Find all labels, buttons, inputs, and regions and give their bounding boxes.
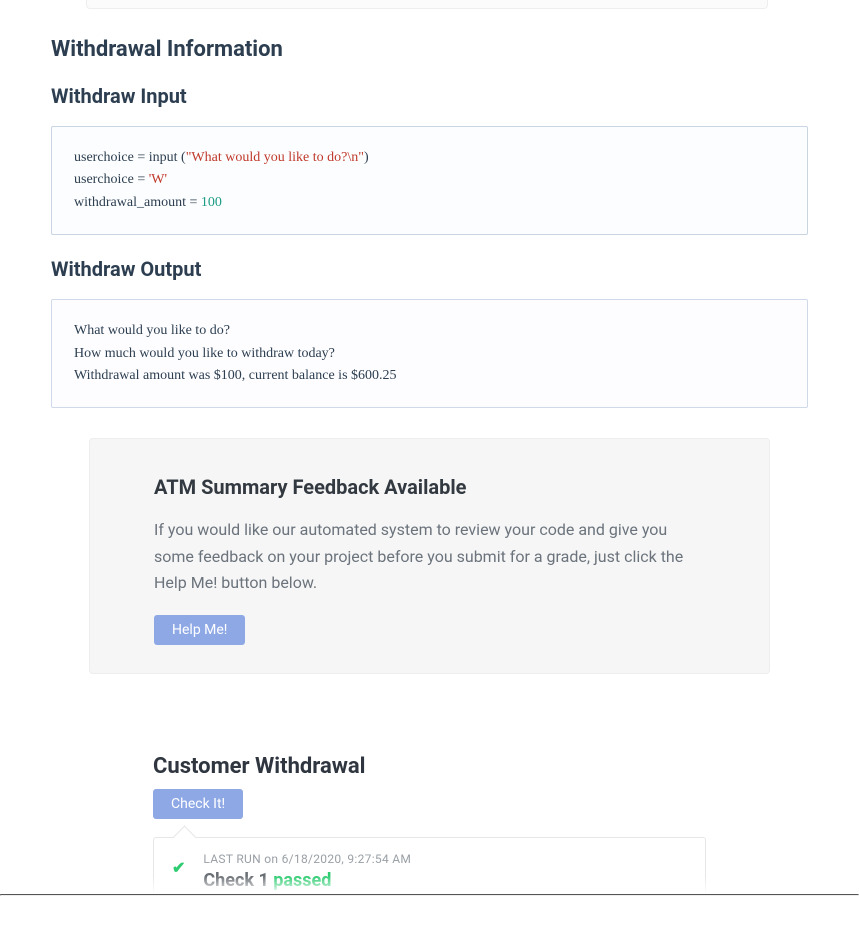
- feedback-body: If you would like our automated system t…: [154, 517, 705, 596]
- code-text: userchoice = input (: [74, 150, 186, 165]
- help-me-button[interactable]: Help Me!: [154, 615, 245, 645]
- feedback-title: ATM Summary Feedback Available: [154, 475, 705, 499]
- code-line: withdrawal_amount = 100: [74, 192, 785, 214]
- output-line: How much would you like to withdraw toda…: [74, 343, 785, 365]
- customer-withdrawal-title: Customer Withdrawal: [153, 754, 706, 779]
- heading-withdraw-output: Withdraw Output: [51, 257, 808, 281]
- checkmark-icon: ✔: [172, 858, 185, 877]
- code-line: userchoice = input ("What would you like…: [74, 147, 785, 169]
- code-string: "What would you like to do?\n": [186, 150, 364, 165]
- code-output-box: What would you like to do? How much woul…: [51, 299, 808, 408]
- last-run-on: on: [264, 852, 278, 866]
- output-line: Withdrawal amount was $100, current bala…: [74, 365, 785, 387]
- code-text: ): [364, 150, 369, 165]
- code-line: userchoice = 'W': [74, 169, 785, 191]
- code-input-box: userchoice = input ("What would you like…: [51, 126, 808, 235]
- check-result-title: Check 1 passed: [203, 870, 411, 891]
- check-number: Check 1: [203, 870, 268, 891]
- heading-withdraw-input: Withdraw Input: [51, 84, 808, 108]
- customer-withdrawal-section: Customer Withdrawal Check It! ✔ LAST RUN…: [89, 754, 770, 894]
- code-number: 100: [201, 195, 222, 210]
- check-result-box: ✔ LAST RUN on 6/18/2020, 9:27:54 AM Chec…: [153, 837, 706, 894]
- last-run-label: LAST RUN: [203, 852, 261, 866]
- feedback-card: ATM Summary Feedback Available If you wo…: [89, 438, 770, 673]
- code-string: 'W': [149, 172, 167, 187]
- output-line: What would you like to do?: [74, 320, 785, 342]
- code-text: withdrawal_amount =: [74, 195, 201, 210]
- last-run-timestamp: 6/18/2020, 9:27:54 AM: [282, 852, 412, 866]
- last-run-meta: LAST RUN on 6/18/2020, 9:27:54 AM: [203, 852, 411, 866]
- previous-card-bottom: [86, 0, 768, 9]
- bottom-border: [0, 894, 859, 896]
- code-text: userchoice =: [74, 172, 149, 187]
- check-it-button[interactable]: Check It!: [153, 789, 243, 819]
- check-status: passed: [273, 870, 331, 891]
- heading-withdrawal-information: Withdrawal Information: [51, 37, 808, 62]
